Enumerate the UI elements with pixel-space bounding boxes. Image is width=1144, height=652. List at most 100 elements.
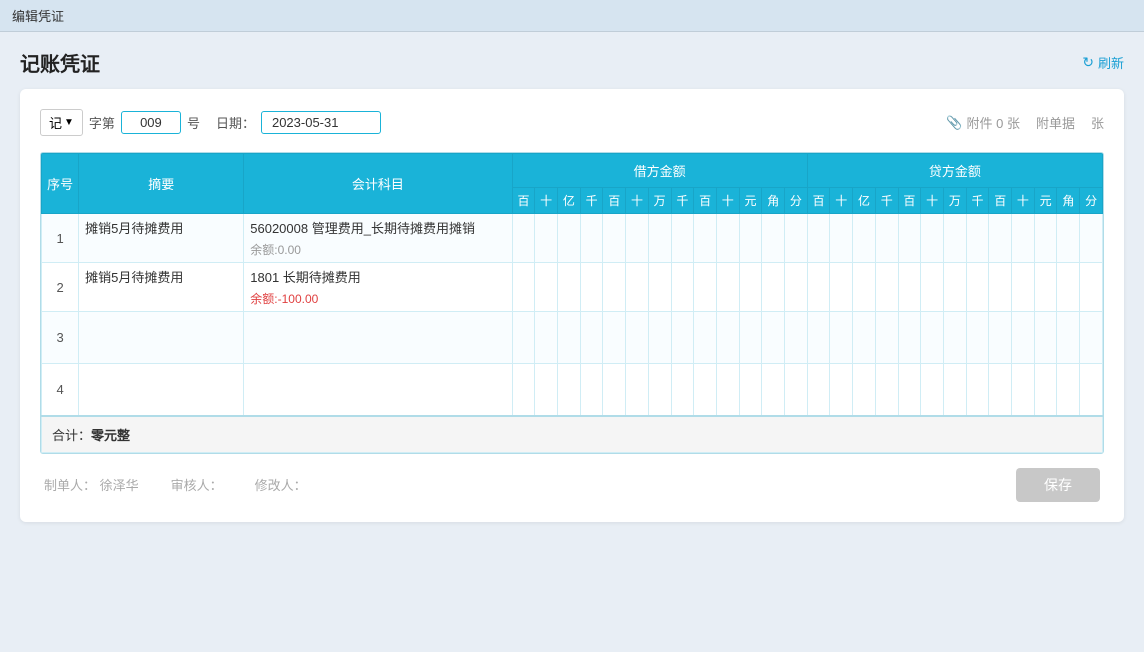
debit-digit-2-3[interactable] — [580, 263, 603, 312]
single-doc-label[interactable]: 附单据 — [1036, 113, 1075, 132]
debit-digit-3-12[interactable] — [785, 312, 808, 364]
credit-digit-2-4[interactable] — [898, 263, 921, 312]
credit-digit-4-8[interactable] — [989, 364, 1012, 416]
summary-cell-4[interactable] — [79, 364, 244, 416]
debit-digit-2-1[interactable] — [535, 263, 558, 312]
credit-digit-3-10[interactable] — [1034, 312, 1057, 364]
summary-cell-2[interactable]: 摊销5月待摊费用 — [79, 263, 244, 312]
debit-digit-4-12[interactable] — [785, 364, 808, 416]
debit-digit-1-3[interactable] — [580, 214, 603, 263]
credit-digit-1-10[interactable] — [1034, 214, 1057, 263]
credit-digit-1-11[interactable] — [1057, 214, 1080, 263]
debit-digit-4-0[interactable] — [512, 364, 535, 416]
account-cell-3[interactable] — [244, 312, 512, 364]
debit-digit-3-0[interactable] — [512, 312, 535, 364]
debit-digit-1-8[interactable] — [694, 214, 717, 263]
debit-digit-4-7[interactable] — [671, 364, 694, 416]
debit-digit-1-0[interactable] — [512, 214, 535, 263]
credit-digit-4-6[interactable] — [943, 364, 966, 416]
debit-digit-2-6[interactable] — [648, 263, 671, 312]
credit-digit-3-9[interactable] — [1012, 312, 1035, 364]
credit-digit-4-0[interactable] — [807, 364, 830, 416]
debit-digit-2-5[interactable] — [626, 263, 649, 312]
debit-digit-2-7[interactable] — [671, 263, 694, 312]
debit-digit-2-8[interactable] — [694, 263, 717, 312]
debit-digit-4-3[interactable] — [580, 364, 603, 416]
debit-digit-1-12[interactable] — [785, 214, 808, 263]
account-cell-2[interactable]: 1801 长期待摊费用余额:-100.00 — [244, 263, 512, 312]
credit-digit-1-12[interactable] — [1080, 214, 1103, 263]
debit-digit-3-1[interactable] — [535, 312, 558, 364]
debit-digit-3-6[interactable] — [648, 312, 671, 364]
debit-digit-2-4[interactable] — [603, 263, 626, 312]
debit-digit-1-11[interactable] — [762, 214, 785, 263]
debit-digit-1-1[interactable] — [535, 214, 558, 263]
debit-digit-1-2[interactable] — [558, 214, 581, 263]
credit-digit-4-9[interactable] — [1012, 364, 1035, 416]
credit-digit-2-8[interactable] — [989, 263, 1012, 312]
credit-digit-2-11[interactable] — [1057, 263, 1080, 312]
attachment-link[interactable]: 📎 附件 0 张 — [946, 113, 1020, 132]
debit-digit-3-5[interactable] — [626, 312, 649, 364]
credit-digit-3-7[interactable] — [966, 312, 989, 364]
debit-digit-4-8[interactable] — [694, 364, 717, 416]
refresh-button[interactable]: ↻ 刷新 — [1082, 53, 1124, 72]
credit-digit-2-2[interactable] — [853, 263, 876, 312]
debit-digit-1-5[interactable] — [626, 214, 649, 263]
credit-digit-4-1[interactable] — [830, 364, 853, 416]
debit-digit-2-2[interactable] — [558, 263, 581, 312]
debit-digit-1-4[interactable] — [603, 214, 626, 263]
credit-digit-1-1[interactable] — [830, 214, 853, 263]
credit-digit-1-7[interactable] — [966, 214, 989, 263]
credit-digit-4-4[interactable] — [898, 364, 921, 416]
credit-digit-1-6[interactable] — [943, 214, 966, 263]
debit-digit-3-3[interactable] — [580, 312, 603, 364]
credit-digit-2-9[interactable] — [1012, 263, 1035, 312]
credit-digit-4-7[interactable] — [966, 364, 989, 416]
debit-digit-3-7[interactable] — [671, 312, 694, 364]
credit-digit-4-5[interactable] — [921, 364, 944, 416]
debit-digit-4-2[interactable] — [558, 364, 581, 416]
credit-digit-1-2[interactable] — [853, 214, 876, 263]
debit-digit-2-11[interactable] — [762, 263, 785, 312]
debit-digit-1-10[interactable] — [739, 214, 762, 263]
credit-digit-2-6[interactable] — [943, 263, 966, 312]
debit-digit-3-10[interactable] — [739, 312, 762, 364]
credit-digit-2-12[interactable] — [1080, 263, 1103, 312]
debit-digit-4-1[interactable] — [535, 364, 558, 416]
debit-digit-4-5[interactable] — [626, 364, 649, 416]
debit-digit-1-9[interactable] — [716, 214, 739, 263]
credit-digit-1-9[interactable] — [1012, 214, 1035, 263]
debit-digit-2-0[interactable] — [512, 263, 535, 312]
credit-digit-2-1[interactable] — [830, 263, 853, 312]
debit-digit-3-2[interactable] — [558, 312, 581, 364]
debit-digit-4-10[interactable] — [739, 364, 762, 416]
credit-digit-3-4[interactable] — [898, 312, 921, 364]
voucher-type-button[interactable]: 记 ▼ — [40, 109, 83, 136]
credit-digit-3-12[interactable] — [1080, 312, 1103, 364]
credit-digit-3-5[interactable] — [921, 312, 944, 364]
account-cell-4[interactable] — [244, 364, 512, 416]
credit-digit-2-7[interactable] — [966, 263, 989, 312]
credit-digit-2-10[interactable] — [1034, 263, 1057, 312]
credit-digit-3-1[interactable] — [830, 312, 853, 364]
summary-cell-1[interactable]: 摊销5月待摊费用 — [79, 214, 244, 263]
debit-digit-3-9[interactable] — [716, 312, 739, 364]
voucher-number-input[interactable] — [121, 111, 181, 134]
credit-digit-3-11[interactable] — [1057, 312, 1080, 364]
credit-digit-1-8[interactable] — [989, 214, 1012, 263]
credit-digit-3-6[interactable] — [943, 312, 966, 364]
debit-digit-2-10[interactable] — [739, 263, 762, 312]
debit-digit-3-8[interactable] — [694, 312, 717, 364]
debit-digit-1-6[interactable] — [648, 214, 671, 263]
credit-digit-4-12[interactable] — [1080, 364, 1103, 416]
debit-digit-3-11[interactable] — [762, 312, 785, 364]
debit-digit-1-7[interactable] — [671, 214, 694, 263]
credit-digit-1-0[interactable] — [807, 214, 830, 263]
credit-digit-3-2[interactable] — [853, 312, 876, 364]
credit-digit-3-8[interactable] — [989, 312, 1012, 364]
credit-digit-3-0[interactable] — [807, 312, 830, 364]
summary-cell-3[interactable] — [79, 312, 244, 364]
debit-digit-4-4[interactable] — [603, 364, 626, 416]
credit-digit-4-3[interactable] — [875, 364, 898, 416]
